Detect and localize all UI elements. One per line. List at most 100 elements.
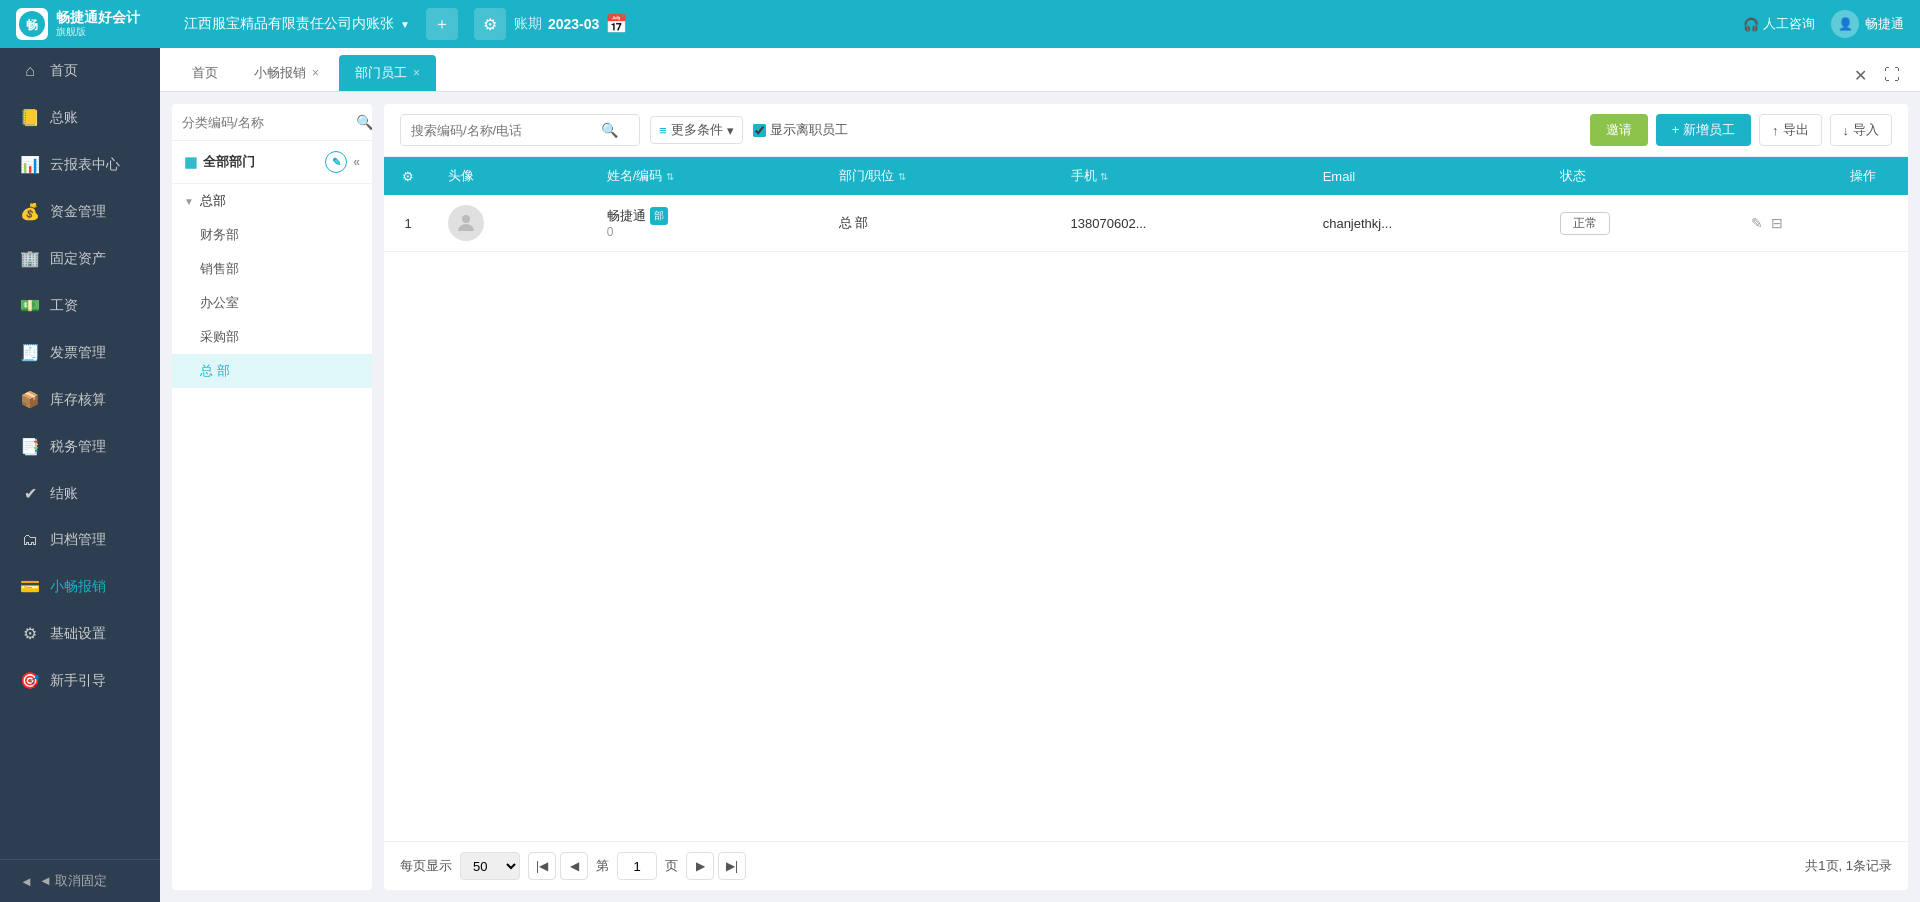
- period-label: 账期: [514, 15, 542, 33]
- support-button[interactable]: 🎧 人工咨询: [1743, 15, 1815, 33]
- tab-dept-emp-close-icon[interactable]: ×: [413, 66, 420, 80]
- dept-item-zongbu[interactable]: 总 部: [172, 354, 372, 388]
- dept-item-caigou[interactable]: 采购部: [172, 320, 372, 354]
- last-page-button[interactable]: ▶|: [718, 852, 746, 880]
- cancel-fixed-label: ◄ 取消固定: [39, 872, 107, 890]
- dept-item-caiwu[interactable]: 财务部: [172, 218, 372, 252]
- add-emp-label: + 新增员工: [1672, 121, 1735, 139]
- tab-expense[interactable]: 小畅报销 ×: [238, 55, 335, 91]
- page-content: 🔍 ▦ 全部部门 ✎ « ▼ 总部 财务部 销售部 办公室 采购部: [160, 92, 1920, 902]
- user-avatar: 👤: [1831, 10, 1859, 38]
- sidebar-label-payroll: 工资: [50, 297, 78, 315]
- dept-collapse-icon[interactable]: «: [353, 155, 360, 169]
- assets-mgmt-icon: 💰: [20, 202, 40, 221]
- sidebar-label-settings: 基础设置: [50, 625, 106, 643]
- settings-button[interactable]: ⚙: [474, 8, 506, 40]
- row-phone: 138070602...: [1055, 195, 1307, 252]
- col-phone[interactable]: 手机 ⇅: [1055, 157, 1307, 195]
- sidebar-item-ledger[interactable]: 📒 总账: [0, 94, 160, 141]
- sidebar-item-invoice[interactable]: 🧾 发票管理: [0, 329, 160, 376]
- sidebar-item-home[interactable]: ⌂ 首页: [0, 48, 160, 94]
- first-page-button[interactable]: |◀: [528, 852, 556, 880]
- tab-dept-emp[interactable]: 部门员工 ×: [339, 55, 436, 91]
- dept-group-zongbu[interactable]: ▼ 总部: [172, 184, 372, 218]
- sidebar-item-reports[interactable]: 📊 云报表中心: [0, 141, 160, 188]
- col-avatar: 头像: [432, 157, 591, 195]
- company-selector[interactable]: 江西服宝精品有限责任公司内账张 ▼: [184, 15, 410, 33]
- show-resigned-checkbox[interactable]: [753, 124, 766, 137]
- more-filter-button[interactable]: ≡ 更多条件 ▾: [650, 116, 743, 144]
- headset-icon: 🎧: [1743, 17, 1759, 32]
- period-value: 2023-03: [548, 16, 599, 32]
- company-name: 江西服宝精品有限责任公司内账张: [184, 15, 394, 33]
- dept-group-label: 总部: [200, 192, 226, 210]
- col-gear[interactable]: ⚙: [384, 157, 432, 195]
- sort-name-icon: ⇅: [666, 171, 674, 182]
- row-avatar-cell: [432, 195, 591, 252]
- col-name-code[interactable]: 姓名/编码 ⇅: [591, 157, 823, 195]
- tab-expense-close-icon[interactable]: ×: [312, 66, 319, 80]
- sidebar-item-close[interactable]: ✔ 结账: [0, 470, 160, 517]
- delete-employee-button[interactable]: ⊟: [1771, 215, 1783, 231]
- sidebar-item-inventory[interactable]: 📦 库存核算: [0, 376, 160, 423]
- tab-home[interactable]: 首页: [176, 55, 234, 91]
- dept-edit-button[interactable]: ✎: [325, 151, 347, 173]
- employee-toolbar: 🔍 ≡ 更多条件 ▾ 显示离职员工 邀请 + 新增员工: [384, 104, 1908, 157]
- import-button[interactable]: ↓ 导入: [1830, 114, 1893, 146]
- next-page-button[interactable]: ▶: [686, 852, 714, 880]
- sidebar-label-archive: 归档管理: [50, 531, 106, 549]
- sidebar-item-assets-mgmt[interactable]: 💰 资金管理: [0, 188, 160, 235]
- app-name: 畅捷通好会计: [56, 9, 140, 26]
- sidebar-item-payroll[interactable]: 💵 工资: [0, 282, 160, 329]
- page-di-label: 第: [596, 857, 609, 875]
- dept-search-icon[interactable]: 🔍: [356, 114, 372, 130]
- content-area: 首页 小畅报销 × 部门员工 × ✕ ⛶ 🔍: [160, 48, 1920, 902]
- col-dept-position-label: 部门/职位: [839, 168, 895, 183]
- dept-item-xiaoshou[interactable]: 销售部: [172, 252, 372, 286]
- invoice-icon: 🧾: [20, 343, 40, 362]
- page-number-input[interactable]: [617, 852, 657, 880]
- sidebar-item-fixed-assets[interactable]: 🏢 固定资产: [0, 235, 160, 282]
- sidebar-item-archive[interactable]: 🗂 归档管理: [0, 517, 160, 563]
- sidebar-item-guide[interactable]: 🎯 新手引导: [0, 657, 160, 704]
- dept-badge: 部: [650, 207, 668, 225]
- filter-arrow-icon: ▾: [727, 123, 734, 138]
- employee-search-icon[interactable]: 🔍: [601, 122, 618, 138]
- show-resigned-area: 显示离职员工: [753, 121, 848, 139]
- page-size-select[interactable]: 50 10 20 100: [460, 852, 520, 880]
- employee-search-wrapper: 🔍: [400, 114, 640, 146]
- header-right: 🎧 人工咨询 👤 畅捷通: [1743, 10, 1904, 38]
- add-button[interactable]: ＋: [426, 8, 458, 40]
- export-button[interactable]: ↑ 导出: [1759, 114, 1822, 146]
- sidebar-label-close: 结账: [50, 485, 78, 503]
- pagination-bar: 每页显示 50 10 20 100 |◀ ◀ 第 页 ▶ ▶|: [384, 841, 1908, 890]
- tab-close-action[interactable]: ✕: [1848, 63, 1872, 87]
- employee-search-input[interactable]: [411, 123, 601, 138]
- row-email: chanjethkj...: [1307, 195, 1544, 252]
- cancel-fixed-button[interactable]: ◄ ◄ 取消固定: [0, 859, 160, 902]
- col-status: 状态: [1544, 157, 1736, 195]
- dept-search-input[interactable]: [182, 115, 350, 130]
- invite-button[interactable]: 邀请: [1590, 114, 1648, 146]
- sidebar-item-expense[interactable]: 💳 小畅报销: [0, 563, 160, 610]
- tab-home-label: 首页: [192, 64, 218, 82]
- col-name-code-label: 姓名/编码: [607, 168, 663, 183]
- prev-page-button[interactable]: ◀: [560, 852, 588, 880]
- add-employee-button[interactable]: + 新增员工: [1656, 114, 1751, 146]
- all-dept-header[interactable]: ▦ 全部部门 ✎ «: [172, 141, 372, 184]
- sort-phone-icon: ⇅: [1100, 171, 1108, 182]
- calendar-icon[interactable]: 📅: [605, 13, 627, 35]
- user-area[interactable]: 👤 畅捷通: [1831, 10, 1904, 38]
- tab-expand-action[interactable]: ⛶: [1880, 63, 1904, 87]
- grid-icon: ▦: [184, 154, 197, 170]
- department-panel: 🔍 ▦ 全部部门 ✎ « ▼ 总部 财务部 销售部 办公室 采购部: [172, 104, 372, 890]
- dept-item-bangong[interactable]: 办公室: [172, 286, 372, 320]
- sidebar-item-tax[interactable]: 📑 税务管理: [0, 423, 160, 470]
- sidebar-label-reports: 云报表中心: [50, 156, 120, 174]
- sidebar-label-guide: 新手引导: [50, 672, 106, 690]
- archive-icon: 🗂: [20, 531, 40, 549]
- sidebar-item-settings[interactable]: ⚙ 基础设置: [0, 610, 160, 657]
- col-dept-position[interactable]: 部门/职位 ⇅: [823, 157, 1055, 195]
- row-actions: ✎ ⊟: [1735, 195, 1908, 252]
- edit-employee-button[interactable]: ✎: [1751, 215, 1763, 231]
